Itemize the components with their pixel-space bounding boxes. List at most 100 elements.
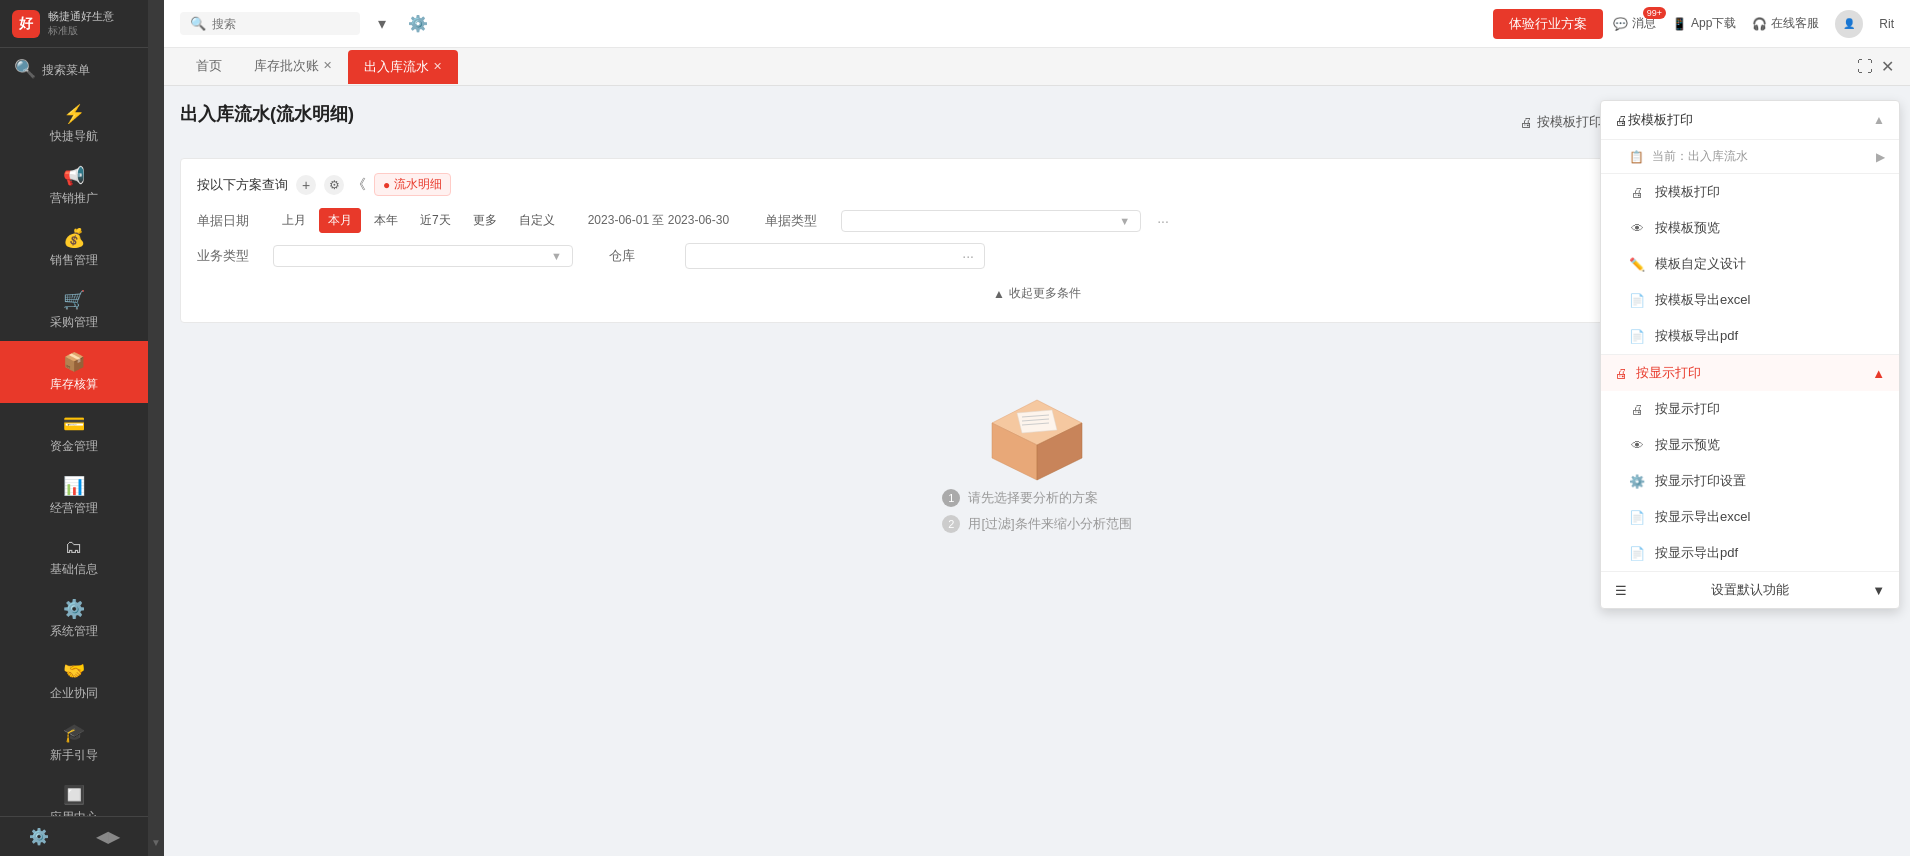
top-search-input[interactable]	[212, 17, 332, 31]
current-label: 当前：出入库流水	[1652, 148, 1748, 165]
top-bar-left: 🔍 ▾ ⚙️	[180, 10, 1483, 38]
inventory-icon: 📦	[63, 351, 85, 373]
warehouse-more-icon[interactable]: ···	[962, 248, 974, 264]
filter-collapse-btn[interactable]: 《	[352, 176, 366, 194]
template-preview-icon: 👁	[1629, 220, 1645, 236]
dropdown-current: 📋 当前：出入库流水 ▶	[1601, 140, 1899, 174]
date-btn-this-year[interactable]: 本年	[365, 208, 407, 233]
user-avatar[interactable]: 👤	[1835, 10, 1863, 38]
date-range-display: 2023-06-01 至 2023-06-30	[588, 212, 729, 229]
warehouse-select[interactable]: ···	[685, 243, 985, 269]
service-button[interactable]: 🎧 在线客服	[1752, 15, 1819, 32]
sidebar-item-collab[interactable]: 🤝 企业协同	[0, 650, 148, 712]
dropdown-footer[interactable]: ☰ 设置默认功能 ▼	[1601, 571, 1899, 608]
step1-text: 请先选择要分析的方案	[968, 489, 1098, 507]
tab-home[interactable]: 首页	[180, 49, 238, 85]
dropdown-item-display-pdf[interactable]: 📄 按显示导出pdf	[1601, 535, 1899, 571]
display-excel-icon: 📄	[1629, 509, 1645, 525]
sidebar-item-apps[interactable]: 🔲 应用中心	[0, 774, 148, 816]
date-btn-more[interactable]: 更多	[464, 208, 506, 233]
dropdown-item-display-print-settings[interactable]: ⚙️ 按显示打印设置	[1601, 463, 1899, 499]
dropdown-item-template-custom[interactable]: ✏️ 模板自定义设计	[1601, 246, 1899, 282]
messages-button[interactable]: 💬 消息 99+	[1613, 15, 1656, 32]
tab-inventory-flow[interactable]: 出入库流水 ✕	[348, 50, 458, 84]
date-btn-7days[interactable]: 近7天	[411, 208, 460, 233]
biz-type-label: 业务类型	[197, 247, 257, 265]
tabs-bar: 首页 库存批次账 ✕ 出入库流水 ✕ ⛶ ✕	[164, 48, 1910, 86]
sidebar-item-search[interactable]: 🔍 搜索菜单	[0, 48, 148, 93]
dropdown-item-template-preview[interactable]: 👁 按模板预览	[1601, 210, 1899, 246]
filter-settings-btn[interactable]: ⚙	[324, 175, 344, 195]
dropdown-header-arrow-icon: ▲	[1873, 113, 1885, 127]
sidebar-item-operations[interactable]: 📊 经营管理	[0, 465, 148, 527]
settings-topbar-icon[interactable]: ⚙️	[404, 10, 432, 38]
scroll-down-icon: ▼	[151, 837, 161, 848]
dropdown-item-display-excel[interactable]: 📄 按显示导出excel	[1601, 499, 1899, 535]
tab-batch-account-close[interactable]: ✕	[323, 59, 332, 72]
trial-button[interactable]: 体验行业方案	[1493, 9, 1603, 39]
dropdown-item-template-excel[interactable]: 📄 按模板导出excel	[1601, 282, 1899, 318]
top-bar-right: 💬 消息 99+ 📱 App下载 🎧 在线客服 👤 Rit	[1613, 10, 1894, 38]
sidebar-item-basic[interactable]: 🗂 基础信息	[0, 527, 148, 588]
doc-type-select[interactable]: ▼	[841, 210, 1141, 232]
app-download-button[interactable]: 📱 App下载	[1672, 15, 1736, 32]
collapse-up-icon: ▲	[993, 287, 1005, 301]
tab-inventory-flow-close[interactable]: ✕	[433, 60, 442, 73]
dropdown-item-template-pdf[interactable]: 📄 按模板导出pdf	[1601, 318, 1899, 355]
sidebar-item-sales[interactable]: 💰 销售管理	[0, 217, 148, 279]
doc-type-arrow-icon: ▼	[1119, 215, 1130, 227]
print-dropdown-overlay: 🖨 按模板打印 ▲ 📋 当前：出入库流水 ▶ 🖨 按模板打印 👁 按模板预览 ✏…	[1600, 100, 1900, 609]
user-name-label: Rit	[1879, 17, 1894, 31]
dropdown-section-display[interactable]: 🖨 按显示打印 ▲	[1601, 355, 1899, 391]
sidebar-item-newbie[interactable]: 🎓 新手引导	[0, 712, 148, 774]
settings-bottom-icon[interactable]: ⚙️	[29, 827, 49, 846]
date-field-label: 单据日期	[197, 212, 257, 230]
biz-type-select[interactable]: ▼	[273, 245, 573, 267]
logo-sub: 标准版	[48, 24, 114, 38]
template-custom-icon: ✏️	[1629, 256, 1645, 272]
svg-marker-3	[1017, 410, 1057, 433]
system-icon: ⚙️	[63, 598, 85, 620]
tabs-actions: ⛶ ✕	[1857, 57, 1894, 76]
tab-maximize-icon[interactable]: ⛶	[1857, 58, 1873, 76]
logo-icon: 好	[12, 10, 40, 38]
search-box-icon: 🔍	[190, 16, 206, 31]
date-btn-last-month[interactable]: 上月	[273, 208, 315, 233]
sidebar-item-marketing[interactable]: 📢 营销推广	[0, 155, 148, 217]
doc-type-more-icon[interactable]: ···	[1157, 213, 1169, 229]
sidebar-item-system[interactable]: ⚙️ 系统管理	[0, 588, 148, 650]
dropdown-header[interactable]: 🖨 按模板打印 ▲	[1601, 101, 1899, 140]
step2-num: 2	[942, 515, 960, 533]
date-btn-this-month[interactable]: 本月	[319, 208, 361, 233]
filter-add-btn[interactable]: +	[296, 175, 316, 195]
logo-text: 畅捷通好生意	[48, 9, 114, 23]
dropdown-arrow-icon[interactable]: ▾	[368, 10, 396, 38]
dropdown-header-label: 按模板打印	[1628, 111, 1693, 129]
sidebar-scroll-indicator: ▼	[148, 0, 164, 856]
sidebar-item-inventory[interactable]: 📦 库存核算	[0, 341, 148, 403]
dropdown-item-display-preview[interactable]: 👁 按显示预览	[1601, 427, 1899, 463]
tab-batch-account[interactable]: 库存批次账 ✕	[238, 49, 348, 85]
current-arrow-icon: ▶	[1876, 150, 1885, 164]
date-btn-custom[interactable]: 自定义	[510, 208, 564, 233]
top-search-box[interactable]: 🔍	[180, 12, 360, 35]
tab-close-all-icon[interactable]: ✕	[1881, 57, 1894, 76]
sidebar-item-quick-nav[interactable]: ⚡ 快捷导航	[0, 93, 148, 155]
collapse-sidebar-icon[interactable]: ◀▶	[96, 827, 120, 846]
sidebar-item-finance[interactable]: 💳 资金管理	[0, 403, 148, 465]
dropdown-item-display-print[interactable]: 🖨 按显示打印	[1601, 391, 1899, 427]
service-label: 在线客服	[1771, 15, 1819, 32]
messages-icon: 💬	[1613, 17, 1628, 31]
dropdown-item-template-print[interactable]: 🖨 按模板打印	[1601, 174, 1899, 210]
cube-illustration	[987, 395, 1087, 485]
quicknav-icon: ⚡	[63, 103, 85, 125]
display-pdf-icon: 📄	[1629, 545, 1645, 561]
display-section-arrow-icon: ▲	[1872, 366, 1885, 381]
sidebar-item-purchase[interactable]: 🛒 采购管理	[0, 279, 148, 341]
app-download-label: App下载	[1691, 15, 1736, 32]
finance-icon: 💳	[63, 413, 85, 435]
newbie-icon: 🎓	[63, 722, 85, 744]
filter-tag-flow[interactable]: ● 流水明细	[374, 173, 451, 196]
basic-icon: 🗂	[65, 537, 83, 558]
step2-text: 用[过滤]条件来缩小分析范围	[968, 515, 1131, 533]
